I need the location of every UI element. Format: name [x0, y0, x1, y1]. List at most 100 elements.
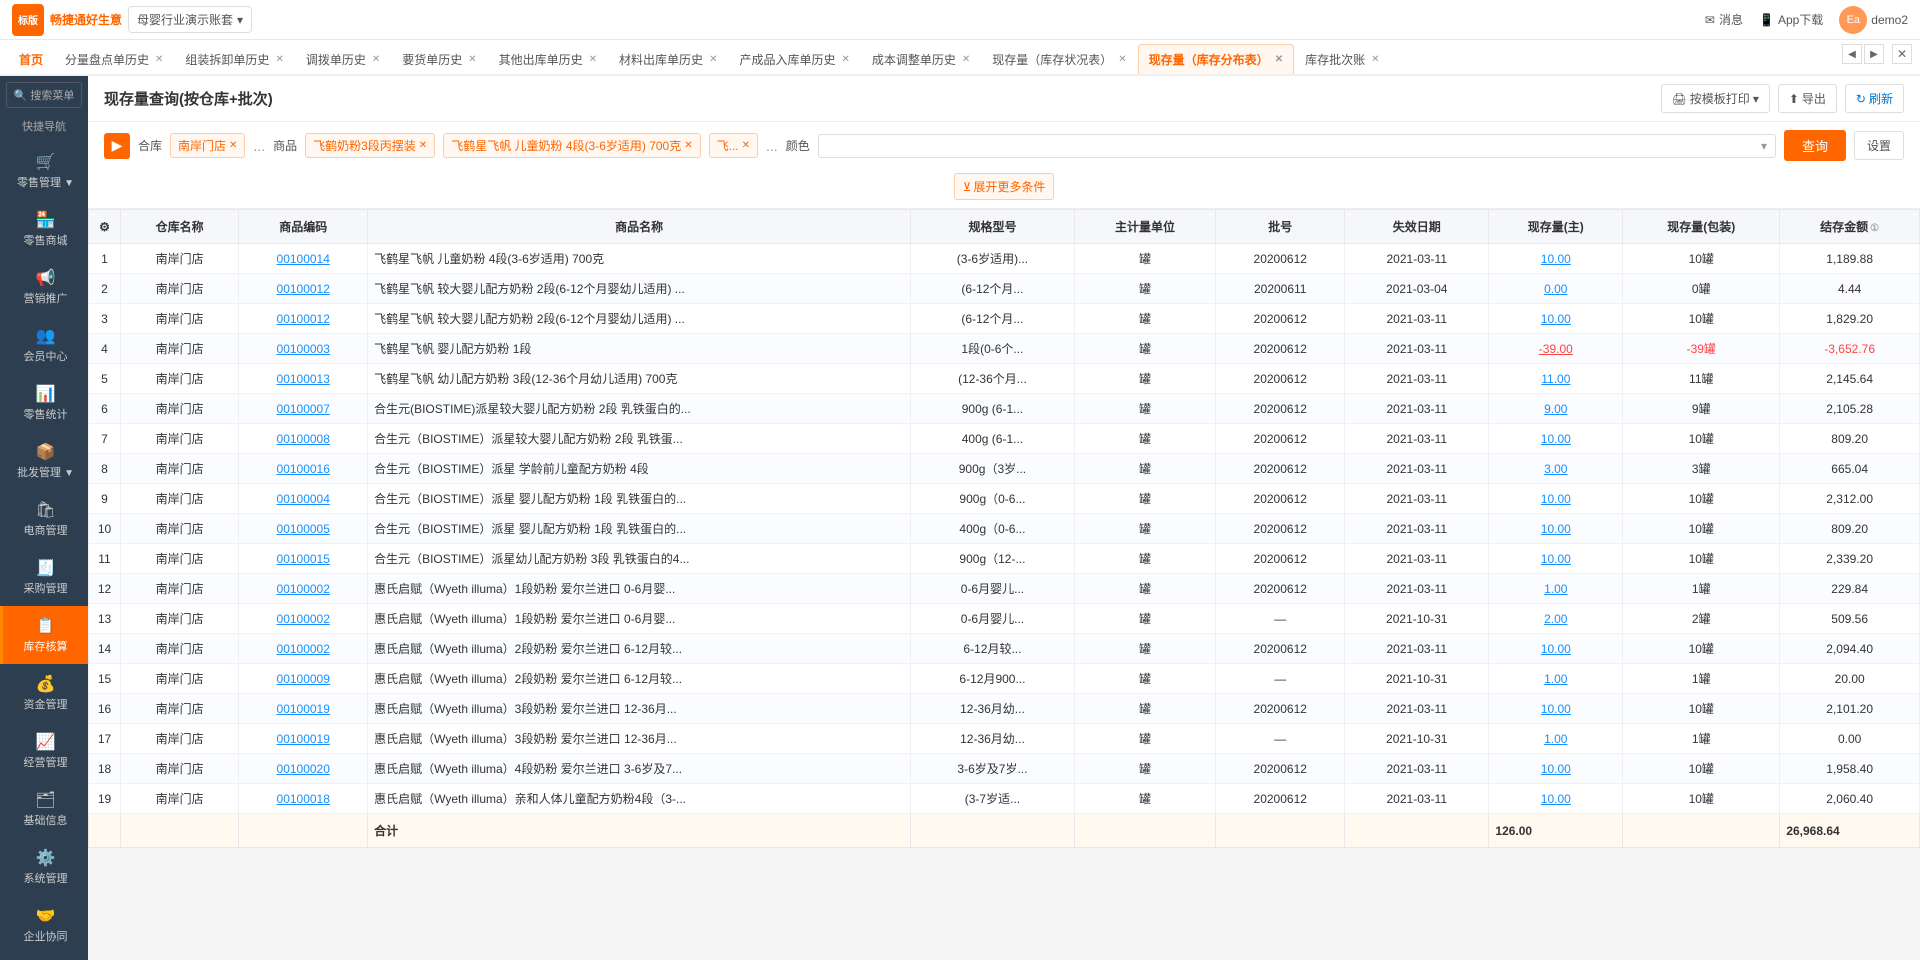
- close-icon[interactable]: ✕: [962, 54, 970, 65]
- tab-scroll-left-btn[interactable]: ◀: [1842, 44, 1862, 64]
- th-settings[interactable]: ⚙: [89, 210, 121, 244]
- sidebar-item-inventory[interactable]: 📋 库存核算: [0, 606, 88, 664]
- product-code-link[interactable]: 00100004: [277, 492, 330, 506]
- qty-main-link[interactable]: 1.00: [1544, 672, 1567, 686]
- product-code-link[interactable]: 00100015: [277, 552, 330, 566]
- qty-main-link[interactable]: 3.00: [1544, 462, 1567, 476]
- tab-split-inventory[interactable]: 分量盘点单历史 ✕: [54, 44, 174, 74]
- message-btn[interactable]: ✉ 消息: [1705, 11, 1743, 28]
- qty-main-link[interactable]: 10.00: [1541, 522, 1571, 536]
- close-icon[interactable]: ✕: [275, 54, 283, 65]
- sidebar-item-retail-shop[interactable]: 🏪 零售商城: [0, 200, 88, 258]
- warehouse-more-btn[interactable]: ...: [253, 138, 265, 154]
- close-icon[interactable]: ✕: [1118, 54, 1126, 65]
- product-code-link[interactable]: 00100020: [277, 762, 330, 776]
- sidebar-item-wholesale[interactable]: 📦 批发管理 ▼: [0, 432, 88, 490]
- product-code-link[interactable]: 00100003: [277, 342, 330, 356]
- sidebar-item-finance[interactable]: 💰 资金管理: [0, 664, 88, 722]
- color-dropdown[interactable]: ▾: [818, 134, 1776, 158]
- tab-other-out[interactable]: 其他出库单历史 ✕: [488, 44, 608, 74]
- product-code-link[interactable]: 00100019: [277, 702, 330, 716]
- qty-main-link[interactable]: 10.00: [1541, 252, 1571, 266]
- tab-inv-status[interactable]: 现存量（库存状况表） ✕: [981, 44, 1137, 74]
- product-code-link[interactable]: 00100002: [277, 582, 330, 596]
- qty-main-link[interactable]: 10.00: [1541, 312, 1571, 326]
- qty-main-link[interactable]: 0.00: [1544, 282, 1567, 296]
- sidebar-item-retail[interactable]: 🛒 零售管理 ▼: [0, 142, 88, 200]
- product-code-link[interactable]: 00100014: [277, 252, 330, 266]
- qty-main-link[interactable]: 9.00: [1544, 402, 1567, 416]
- tab-home[interactable]: 首页: [8, 44, 54, 74]
- tab-unpack[interactable]: 组装拆卸单历史 ✕: [174, 44, 294, 74]
- close-icon[interactable]: ✕: [468, 54, 476, 65]
- qty-main-link[interactable]: 2.00: [1544, 612, 1567, 626]
- quick-nav-btn[interactable]: 快捷导航: [0, 114, 88, 142]
- qty-main-link[interactable]: 10.00: [1541, 432, 1571, 446]
- warehouse-tag-nanan[interactable]: 南岸门店 ✕: [170, 133, 245, 158]
- query-btn[interactable]: 查询: [1784, 130, 1846, 161]
- product-code-link[interactable]: 00100005: [277, 522, 330, 536]
- tab-scroll-right-btn[interactable]: ▶: [1864, 44, 1884, 64]
- qty-main-link[interactable]: 10.00: [1541, 792, 1571, 806]
- user-area[interactable]: Ea demo2: [1839, 6, 1908, 34]
- sidebar-item-system[interactable]: ⚙️ 系统管理: [0, 838, 88, 896]
- product-code-link[interactable]: 00100012: [277, 312, 330, 326]
- qty-main-link[interactable]: 10.00: [1541, 642, 1571, 656]
- refresh-btn[interactable]: ↻ 刷新: [1845, 84, 1904, 113]
- sidebar-item-marketing[interactable]: 📢 营销推广: [0, 258, 88, 316]
- product-code-link[interactable]: 00100002: [277, 612, 330, 626]
- product-more-btn[interactable]: ...: [766, 138, 778, 154]
- close-icon[interactable]: ✕: [684, 140, 692, 151]
- sidebar-item-ecommerce[interactable]: 🛍 电商管理: [0, 490, 88, 548]
- product-code-link[interactable]: 00100012: [277, 282, 330, 296]
- tab-pick[interactable]: 调拨单历史 ✕: [295, 44, 391, 74]
- product-code-link[interactable]: 00100007: [277, 402, 330, 416]
- product-code-link[interactable]: 00100019: [277, 732, 330, 746]
- tab-product-in[interactable]: 产成品入库单历史 ✕: [728, 44, 860, 74]
- qty-main-link[interactable]: 10.00: [1541, 552, 1571, 566]
- close-icon[interactable]: ✕: [841, 54, 849, 65]
- settings-btn[interactable]: 设置: [1854, 131, 1904, 160]
- tab-material-out[interactable]: 材料出库单历史 ✕: [608, 44, 728, 74]
- close-icon[interactable]: ✕: [372, 54, 380, 65]
- info-icon[interactable]: ①: [1870, 223, 1879, 234]
- close-icon[interactable]: ✕: [419, 140, 427, 151]
- product-code-link[interactable]: 00100009: [277, 672, 330, 686]
- sidebar-item-enterprise[interactable]: 🤝 企业协同: [0, 896, 88, 954]
- qty-main-link[interactable]: 1.00: [1544, 732, 1567, 746]
- expand-more-btn[interactable]: ⊻ 展开更多条件: [954, 173, 1055, 200]
- sidebar-item-operations[interactable]: 📈 经营管理: [0, 722, 88, 780]
- close-icon[interactable]: ✕: [709, 54, 717, 65]
- search-menu-btn[interactable]: 🔍 搜索菜单: [6, 82, 82, 108]
- tab-close-all-btn[interactable]: ✕: [1892, 44, 1912, 64]
- close-icon[interactable]: ✕: [1371, 54, 1379, 65]
- qty-main-link[interactable]: 11.00: [1541, 372, 1570, 386]
- app-download-btn[interactable]: 📱 App下载: [1759, 11, 1823, 28]
- account-selector[interactable]: 母婴行业演示账套 ▾: [128, 6, 252, 33]
- qty-main-link[interactable]: 10.00: [1541, 702, 1571, 716]
- sidebar-item-basic[interactable]: 🗂 基础信息: [0, 780, 88, 838]
- sidebar-item-purchase[interactable]: 🧾 采购管理: [0, 548, 88, 606]
- export-btn[interactable]: ⬆ 导出: [1778, 84, 1837, 113]
- filter-toggle-btn[interactable]: ▶: [104, 133, 130, 159]
- product-tag-3[interactable]: 飞... ✕: [709, 133, 758, 158]
- tab-inv-distribution[interactable]: 现存量（库存分布表） ✕: [1138, 44, 1294, 74]
- close-icon[interactable]: ✕: [1275, 54, 1283, 65]
- product-tag-1[interactable]: 飞鹤奶粉3段丙摆装 ✕: [305, 133, 435, 158]
- product-code-link[interactable]: 00100018: [277, 792, 330, 806]
- product-code-link[interactable]: 00100016: [277, 462, 330, 476]
- qty-main-link[interactable]: 10.00: [1541, 762, 1571, 776]
- tab-cost-adjust[interactable]: 成本调整单历史 ✕: [861, 44, 981, 74]
- template-print-btn[interactable]: 🖨 按模板打印 ▾: [1661, 84, 1770, 113]
- product-code-link[interactable]: 00100008: [277, 432, 330, 446]
- product-code-link[interactable]: 00100002: [277, 642, 330, 656]
- close-icon[interactable]: ✕: [742, 140, 750, 151]
- close-icon[interactable]: ✕: [589, 54, 597, 65]
- sidebar-item-guide[interactable]: 🎯 新手引导: [0, 954, 88, 960]
- qty-main-link[interactable]: -39.00: [1539, 342, 1573, 356]
- tab-request[interactable]: 要货单历史 ✕: [391, 44, 487, 74]
- product-code-link[interactable]: 00100013: [277, 372, 330, 386]
- sidebar-item-member[interactable]: 👥 会员中心: [0, 316, 88, 374]
- sidebar-item-retail-stats[interactable]: 📊 零售统计: [0, 374, 88, 432]
- close-icon[interactable]: ✕: [155, 54, 163, 65]
